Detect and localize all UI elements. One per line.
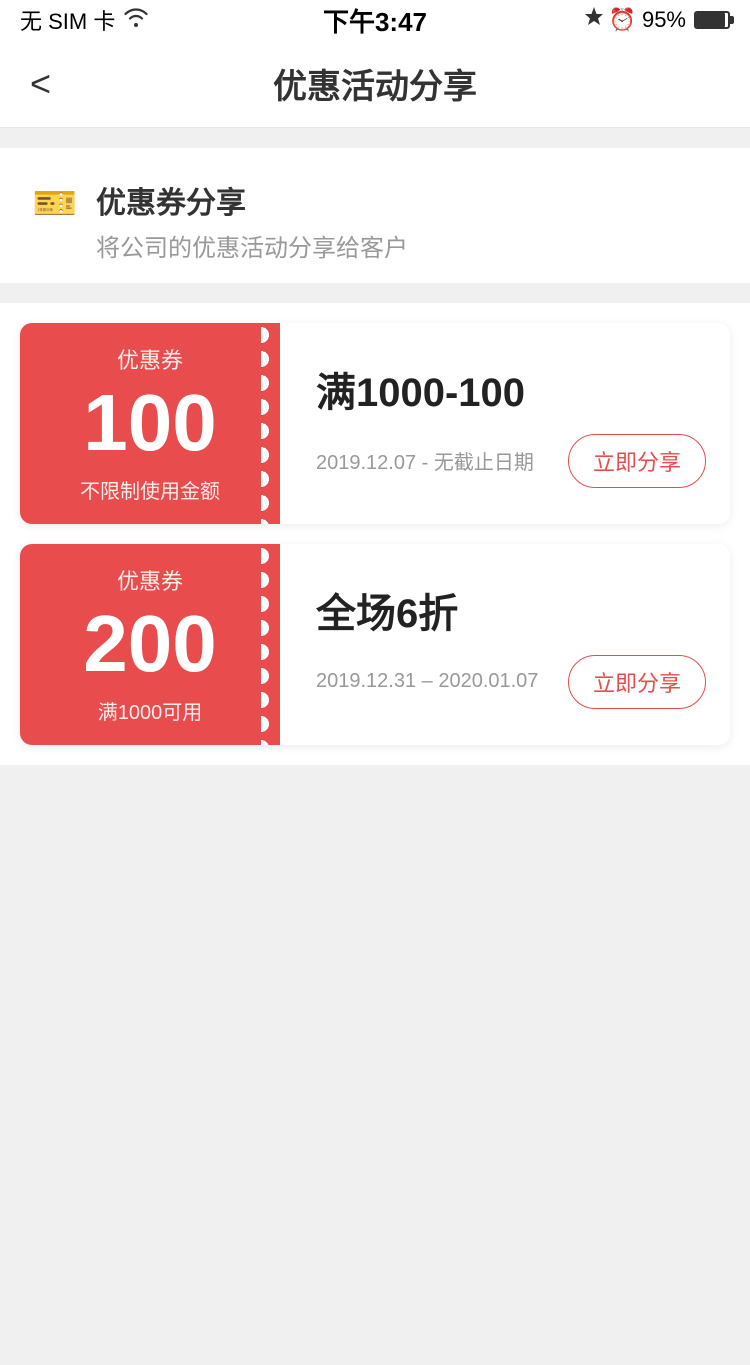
coupon-card-1: 优惠券 100 不限制使用金额 满1000-100 2019.12.07 - 无…: [20, 323, 730, 524]
status-left: 无 SIM 卡: [20, 4, 149, 36]
section-header: 🎫 优惠券分享 将公司的优惠活动分享给客户: [0, 148, 750, 283]
coupon-bottom-row-1: 2019.12.07 - 无截止日期 立即分享: [316, 434, 706, 488]
wifi-icon: [123, 7, 149, 33]
coupon-name-2: 全场6折: [316, 581, 706, 639]
coupon-card-2: 优惠券 200 满1000可用 全场6折 2019.12.31 – 2020.0…: [20, 544, 730, 745]
section-icon: 🎫: [30, 178, 80, 228]
coupon-label-1: 优惠券: [117, 343, 183, 375]
nav-bar: < 优惠活动分享: [0, 40, 750, 128]
share-button-2[interactable]: 立即分享: [568, 655, 706, 709]
location-icon: [585, 7, 603, 33]
bottom-area: [0, 765, 750, 1365]
section-subtitle: 将公司的优惠活动分享给客户: [96, 228, 408, 263]
coupon-right-1: 满1000-100 2019.12.07 - 无截止日期 立即分享: [280, 323, 730, 524]
status-bar: 无 SIM 卡 下午3:47 ⏰ 95%: [0, 0, 750, 40]
status-time: 下午3:47: [323, 2, 427, 39]
alarm-icon: ⏰: [609, 7, 636, 33]
coupon-date-2: 2019.12.31 – 2020.01.07: [316, 670, 568, 693]
share-button-1[interactable]: 立即分享: [568, 434, 706, 488]
status-right: ⏰ 95%: [585, 7, 730, 33]
coupon-condition-1: 不限制使用金额: [80, 475, 220, 504]
back-button[interactable]: <: [30, 63, 51, 105]
coupon-name-1: 满1000-100: [316, 360, 706, 418]
battery-icon: [694, 11, 730, 29]
carrier-text: 无 SIM 卡: [20, 4, 115, 36]
coupon-bottom-row-2: 2019.12.31 – 2020.01.07 立即分享: [316, 655, 706, 709]
coupon-left-2: 优惠券 200 满1000可用: [20, 544, 280, 745]
coupon-right-2: 全场6折 2019.12.31 – 2020.01.07 立即分享: [280, 544, 730, 745]
coupon-left-1: 优惠券 100 不限制使用金额: [20, 323, 280, 524]
section-title: 优惠券分享: [96, 178, 408, 222]
coupon-label-2: 优惠券: [117, 564, 183, 596]
battery-text: 95%: [642, 7, 686, 33]
coupon-list: 优惠券 100 不限制使用金额 满1000-100 2019.12.07 - 无…: [0, 303, 750, 765]
nav-title: 优惠活动分享: [273, 59, 477, 108]
coupon-amount-1: 100: [83, 383, 216, 463]
coupon-condition-2: 满1000可用: [98, 696, 203, 725]
coupon-amount-2: 200: [83, 604, 216, 684]
coupon-date-1: 2019.12.07 - 无截止日期: [316, 446, 568, 475]
section-text-group: 优惠券分享 将公司的优惠活动分享给客户: [96, 178, 408, 263]
